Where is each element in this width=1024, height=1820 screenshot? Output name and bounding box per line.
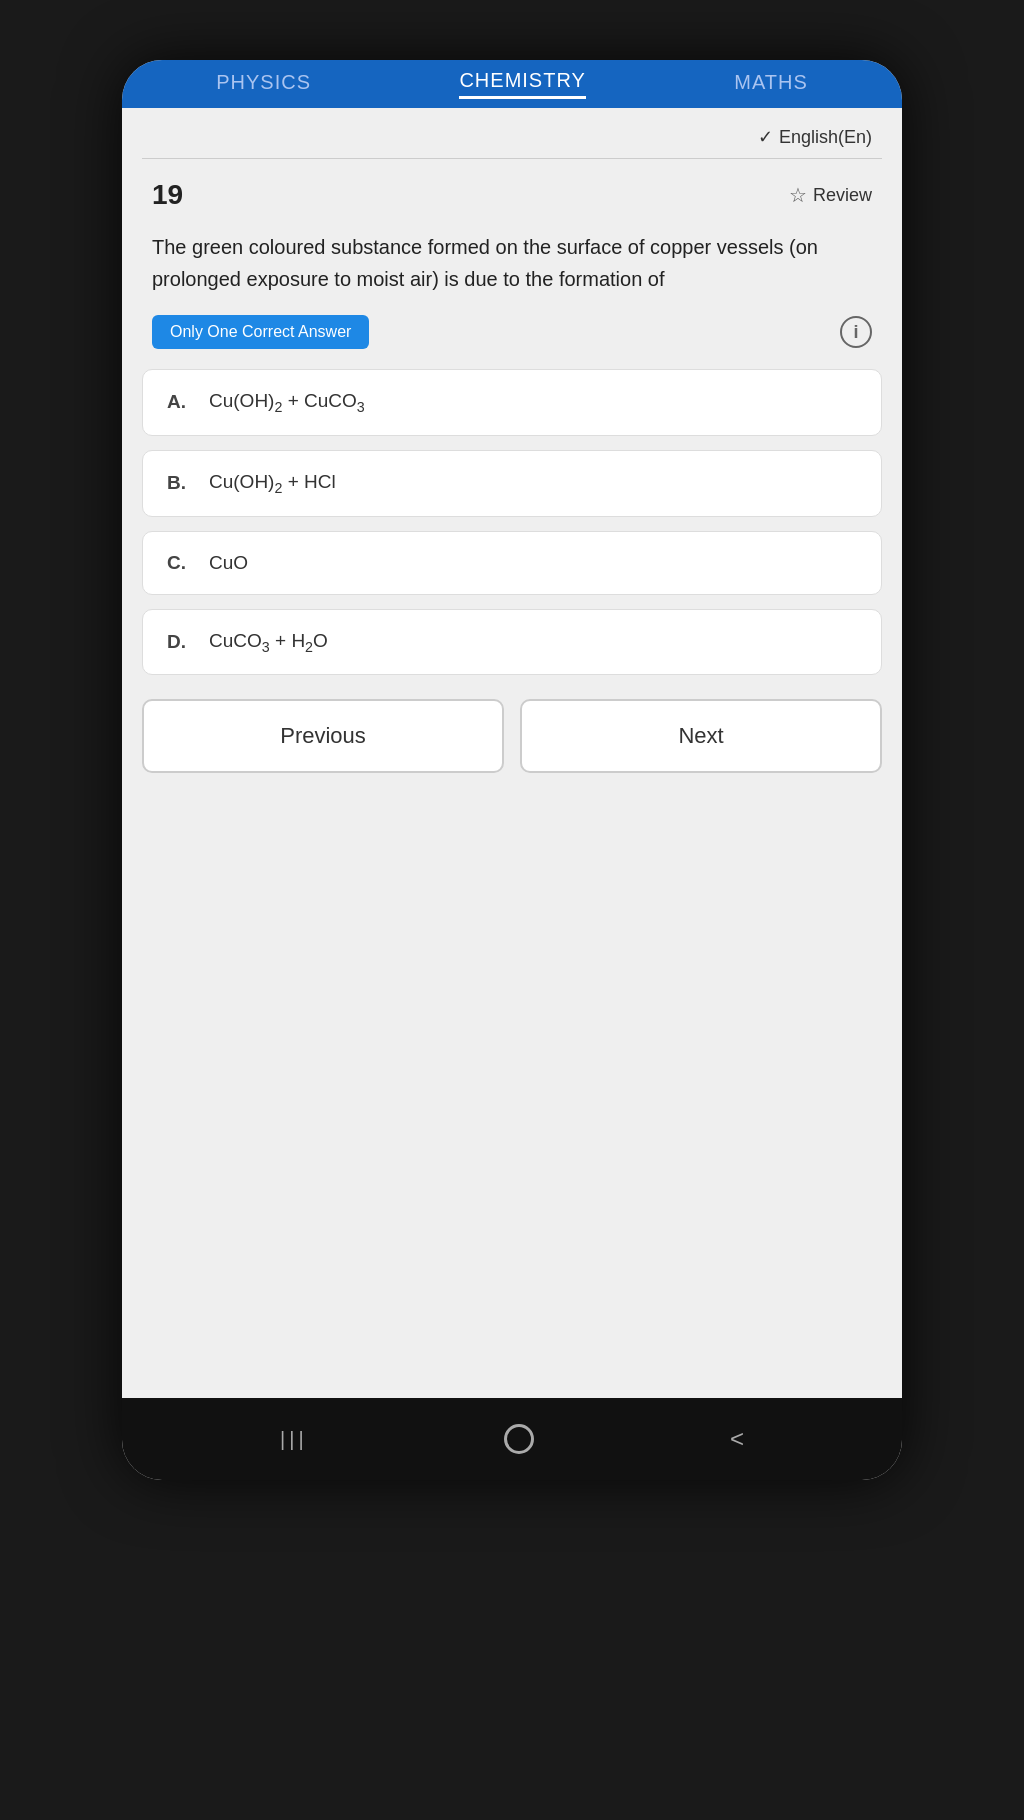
- language-selector[interactable]: ✓ English(En): [758, 126, 872, 148]
- option-b-text: Cu(OH)2 + HCl: [209, 471, 336, 496]
- option-a-text: Cu(OH)2 + CuCO3: [209, 390, 365, 415]
- option-b[interactable]: B. Cu(OH)2 + HCl: [142, 450, 882, 517]
- tab-maths[interactable]: MATHS: [734, 71, 808, 98]
- language-label: English(En): [779, 127, 872, 148]
- tab-physics[interactable]: PHYSICS: [216, 71, 311, 98]
- answer-type-row: Only One Correct Answer i: [122, 315, 902, 369]
- option-a[interactable]: A. Cu(OH)2 + CuCO3: [142, 369, 882, 436]
- android-nav-bar: ||| <: [122, 1398, 902, 1480]
- option-b-letter: B.: [167, 472, 191, 494]
- question-text: The green coloured substance formed on t…: [122, 221, 902, 315]
- options-list: A. Cu(OH)2 + CuCO3 B. Cu(OH)2 + HCl C. C…: [122, 369, 902, 675]
- checkmark-icon: ✓: [758, 126, 773, 148]
- previous-button[interactable]: Previous: [142, 699, 504, 773]
- top-tab-bar: PHYSICS CHEMISTRY MATHS: [122, 60, 902, 108]
- question-header: 19 ☆ Review: [122, 159, 902, 221]
- review-label: Review: [813, 185, 872, 206]
- info-icon[interactable]: i: [840, 316, 872, 348]
- tab-chemistry[interactable]: CHEMISTRY: [459, 69, 585, 99]
- option-d-letter: D.: [167, 631, 191, 653]
- menu-nav-icon[interactable]: |||: [280, 1428, 308, 1451]
- question-number: 19: [152, 179, 183, 211]
- content-area: ✓ English(En) 19 ☆ Review The green colo…: [122, 108, 902, 1398]
- option-c-letter: C.: [167, 552, 191, 574]
- home-nav-icon[interactable]: [504, 1424, 534, 1454]
- option-a-letter: A.: [167, 391, 191, 413]
- option-c[interactable]: C. CuO: [142, 531, 882, 595]
- review-button[interactable]: ☆ Review: [789, 183, 872, 207]
- option-c-text: CuO: [209, 552, 248, 574]
- next-button[interactable]: Next: [520, 699, 882, 773]
- option-d[interactable]: D. CuCO3 + H2O: [142, 609, 882, 676]
- answer-type-badge: Only One Correct Answer: [152, 315, 369, 349]
- star-icon: ☆: [789, 183, 807, 207]
- navigation-row: Previous Next: [122, 675, 902, 793]
- back-nav-icon[interactable]: <: [730, 1425, 744, 1453]
- option-d-text: CuCO3 + H2O: [209, 630, 328, 655]
- language-row: ✓ English(En): [122, 108, 902, 158]
